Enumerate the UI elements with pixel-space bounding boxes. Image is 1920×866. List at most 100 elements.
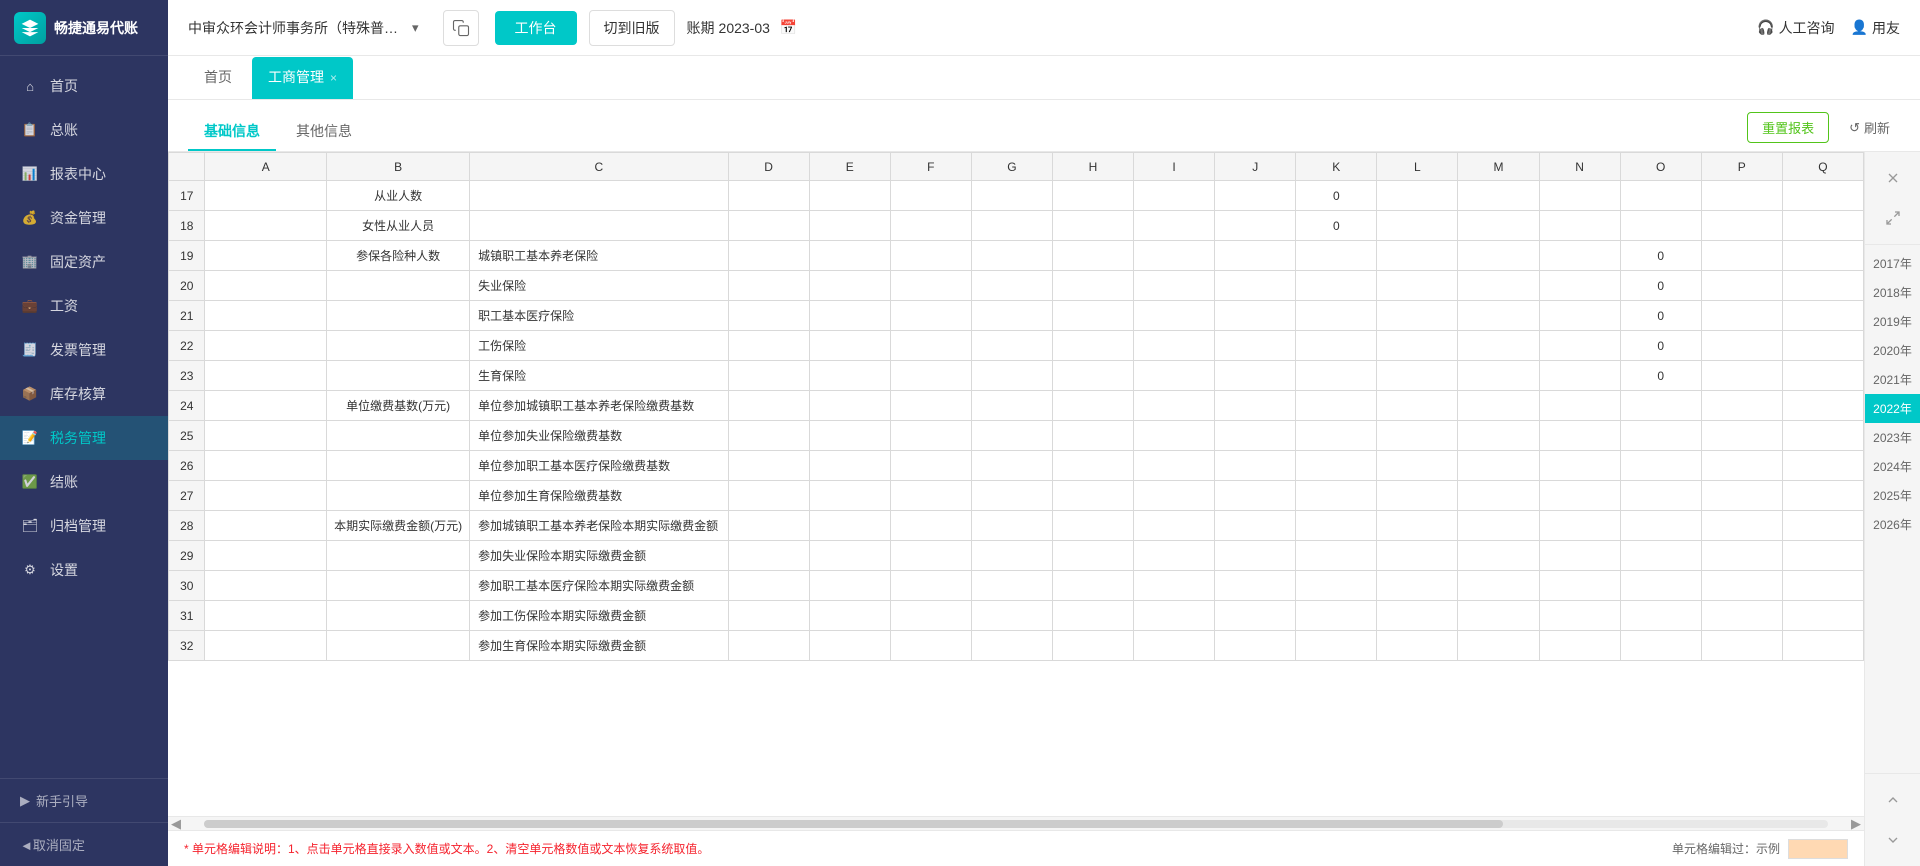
- cell-30-Q[interactable]: [1782, 571, 1863, 601]
- cell-25-B[interactable]: [327, 421, 470, 451]
- cell-30-G[interactable]: [971, 571, 1052, 601]
- cell-30-L[interactable]: [1377, 571, 1458, 601]
- cell-27-N[interactable]: [1539, 481, 1620, 511]
- cell-32-C[interactable]: 参加生育保险本期实际缴费金额: [470, 631, 729, 661]
- year-item-2018年[interactable]: 2018年: [1865, 278, 1920, 307]
- cell-26-B[interactable]: [327, 451, 470, 481]
- cell-24-B[interactable]: 单位缴费基数(万元): [327, 391, 470, 421]
- cell-28-F[interactable]: [890, 511, 971, 541]
- cell-26-E[interactable]: [809, 451, 890, 481]
- cell-22-F[interactable]: [890, 331, 971, 361]
- cell-29-Q[interactable]: [1782, 541, 1863, 571]
- cell-31-K[interactable]: [1296, 601, 1377, 631]
- cell-25-H[interactable]: [1052, 421, 1133, 451]
- cell-24-H[interactable]: [1052, 391, 1133, 421]
- cell-31-O[interactable]: [1620, 601, 1701, 631]
- switch-old-button[interactable]: 切到旧版: [589, 10, 675, 46]
- cell-32-D[interactable]: [728, 631, 809, 661]
- cell-19-Q[interactable]: [1782, 241, 1863, 271]
- cell-22-G[interactable]: [971, 331, 1052, 361]
- cell-30-B[interactable]: [327, 571, 470, 601]
- cell-27-B[interactable]: [327, 481, 470, 511]
- cell-19-L[interactable]: [1377, 241, 1458, 271]
- year-item-2021年[interactable]: 2021年: [1865, 365, 1920, 394]
- cell-23-N[interactable]: [1539, 361, 1620, 391]
- cell-17-H[interactable]: [1052, 181, 1133, 211]
- cell-25-E[interactable]: [809, 421, 890, 451]
- cell-19-D[interactable]: [728, 241, 809, 271]
- cell-22-M[interactable]: [1458, 331, 1539, 361]
- sub-tab-basic[interactable]: 基础信息: [188, 113, 276, 151]
- cell-21-J[interactable]: [1215, 301, 1296, 331]
- cell-25-G[interactable]: [971, 421, 1052, 451]
- cell-20-Q[interactable]: [1782, 271, 1863, 301]
- cell-20-F[interactable]: [890, 271, 971, 301]
- cell-23-B[interactable]: [327, 361, 470, 391]
- cell-29-M[interactable]: [1458, 541, 1539, 571]
- cell-24-C[interactable]: 单位参加城镇职工基本养老保险缴费基数: [470, 391, 729, 421]
- company-copy-icon[interactable]: [443, 10, 479, 46]
- cell-21-N[interactable]: [1539, 301, 1620, 331]
- spreadsheet-container[interactable]: A B C D E F G H I J: [168, 152, 1864, 816]
- cell-21-B[interactable]: [327, 301, 470, 331]
- cell-31-H[interactable]: [1052, 601, 1133, 631]
- cell-23-H[interactable]: [1052, 361, 1133, 391]
- cell-27-L[interactable]: [1377, 481, 1458, 511]
- cell-20-L[interactable]: [1377, 271, 1458, 301]
- cell-30-I[interactable]: [1134, 571, 1215, 601]
- year-item-2026年[interactable]: 2026年: [1865, 510, 1920, 539]
- cell-31-I[interactable]: [1134, 601, 1215, 631]
- sidebar-item-settings[interactable]: ⚙设置: [0, 548, 168, 592]
- sidebar-item-tax[interactable]: 📝税务管理: [0, 416, 168, 460]
- cell-20-D[interactable]: [728, 271, 809, 301]
- cell-18-C[interactable]: [470, 211, 729, 241]
- cell-17-D[interactable]: [728, 181, 809, 211]
- cell-23-O[interactable]: 0: [1620, 361, 1701, 391]
- cell-20-G[interactable]: [971, 271, 1052, 301]
- cell-21-H[interactable]: [1052, 301, 1133, 331]
- cell-18-J[interactable]: [1215, 211, 1296, 241]
- cell-28-J[interactable]: [1215, 511, 1296, 541]
- cell-27-D[interactable]: [728, 481, 809, 511]
- cell-25-P[interactable]: [1701, 421, 1782, 451]
- sidebar-item-ledger[interactable]: 📋总账: [0, 108, 168, 152]
- sidebar-item-home[interactable]: ⌂首页: [0, 64, 168, 108]
- cell-27-M[interactable]: [1458, 481, 1539, 511]
- cell-30-A[interactable]: [205, 571, 327, 601]
- cell-28-H[interactable]: [1052, 511, 1133, 541]
- cell-25-N[interactable]: [1539, 421, 1620, 451]
- sidebar-item-invoice[interactable]: 🧾发票管理: [0, 328, 168, 372]
- cell-21-O[interactable]: 0: [1620, 301, 1701, 331]
- cell-29-P[interactable]: [1701, 541, 1782, 571]
- sidebar-item-salary[interactable]: 💼工资: [0, 284, 168, 328]
- cell-18-B[interactable]: 女性从业人员: [327, 211, 470, 241]
- cell-27-G[interactable]: [971, 481, 1052, 511]
- cell-29-I[interactable]: [1134, 541, 1215, 571]
- cell-32-B[interactable]: [327, 631, 470, 661]
- sidebar-item-funds[interactable]: 💰资金管理: [0, 196, 168, 240]
- cell-19-K[interactable]: [1296, 241, 1377, 271]
- cell-22-C[interactable]: 工伤保险: [470, 331, 729, 361]
- cell-20-K[interactable]: [1296, 271, 1377, 301]
- scroll-up-btn[interactable]: [1873, 782, 1913, 818]
- cell-22-A[interactable]: [205, 331, 327, 361]
- cell-31-Q[interactable]: [1782, 601, 1863, 631]
- cell-28-E[interactable]: [809, 511, 890, 541]
- cell-32-H[interactable]: [1052, 631, 1133, 661]
- cell-32-N[interactable]: [1539, 631, 1620, 661]
- cell-28-O[interactable]: [1620, 511, 1701, 541]
- cell-18-M[interactable]: [1458, 211, 1539, 241]
- cell-23-K[interactable]: [1296, 361, 1377, 391]
- cell-24-Q[interactable]: [1782, 391, 1863, 421]
- cell-23-F[interactable]: [890, 361, 971, 391]
- cell-25-C[interactable]: 单位参加失业保险缴费基数: [470, 421, 729, 451]
- cell-27-E[interactable]: [809, 481, 890, 511]
- cell-28-C[interactable]: 参加城镇职工基本养老保险本期实际缴费金额: [470, 511, 729, 541]
- cell-20-A[interactable]: [205, 271, 327, 301]
- cell-22-P[interactable]: [1701, 331, 1782, 361]
- cell-31-A[interactable]: [205, 601, 327, 631]
- cell-25-F[interactable]: [890, 421, 971, 451]
- cell-29-K[interactable]: [1296, 541, 1377, 571]
- cell-27-A[interactable]: [205, 481, 327, 511]
- year-item-2023年[interactable]: 2023年: [1865, 423, 1920, 452]
